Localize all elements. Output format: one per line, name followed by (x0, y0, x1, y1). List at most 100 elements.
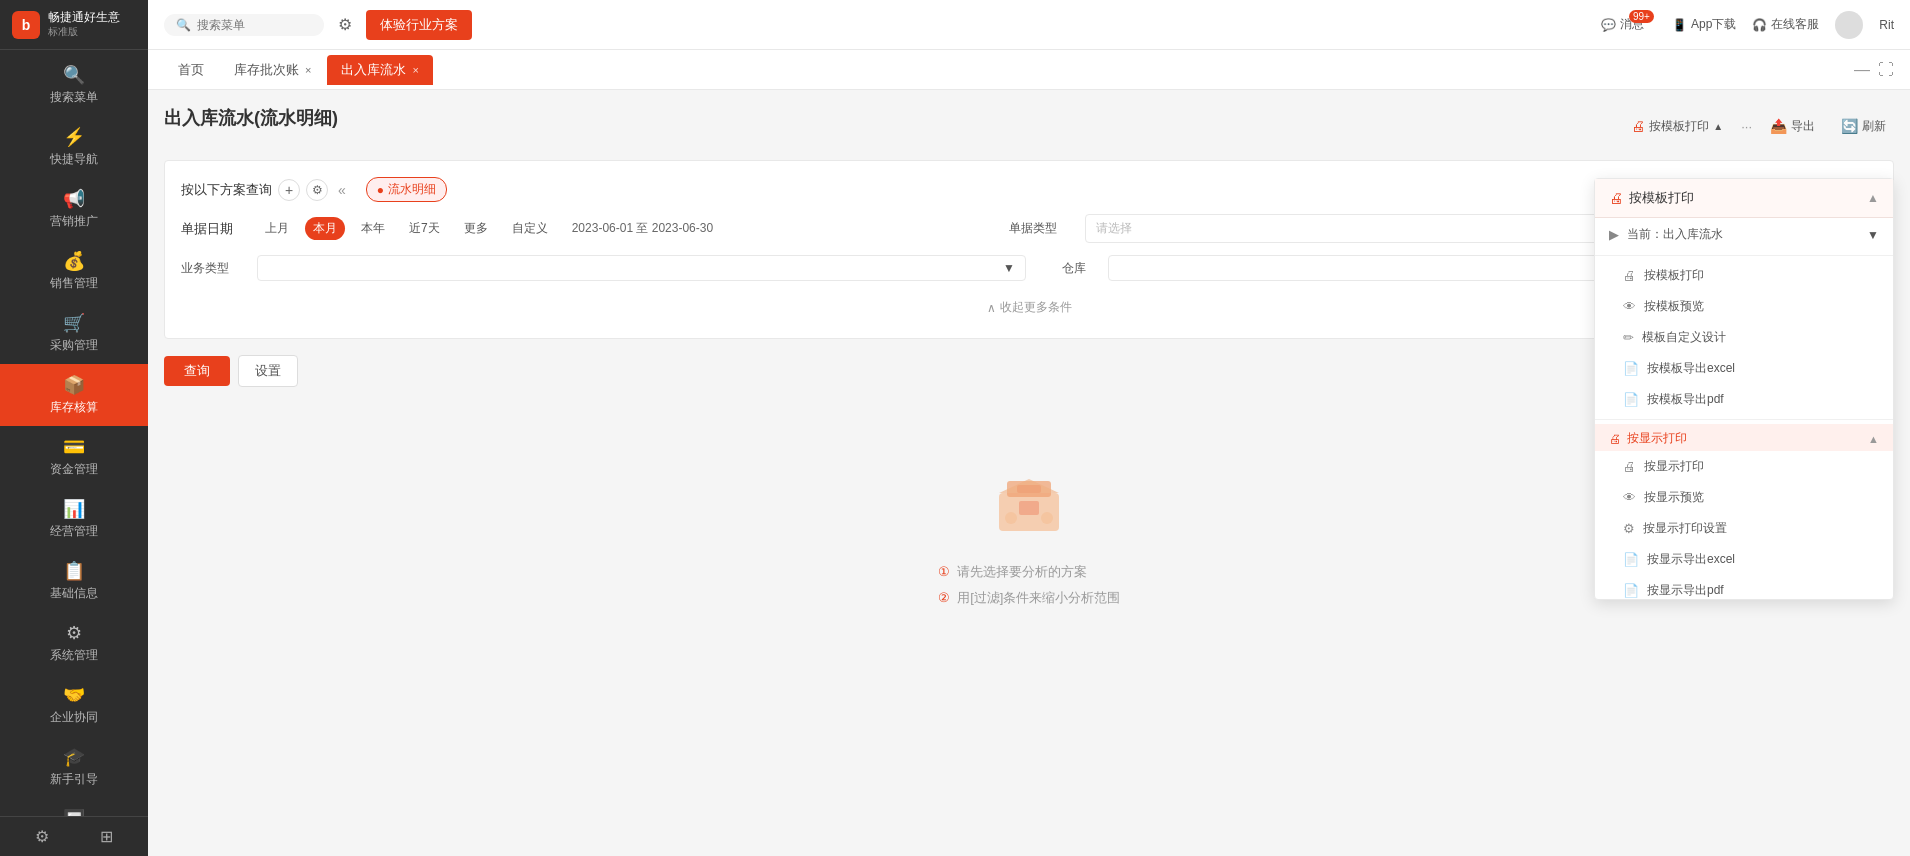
warehouse-label: 仓库 (1062, 260, 1092, 277)
search-input[interactable] (197, 18, 297, 32)
dp-display-preview[interactable]: 👁 按显示预览 (1595, 482, 1893, 513)
dp-header-title: 🖨 按模板打印 (1609, 189, 1694, 207)
dp-divider-2 (1595, 419, 1893, 420)
tab-home[interactable]: 首页 (164, 55, 218, 85)
setting-btn[interactable]: 设置 (238, 355, 298, 387)
sidebar-item-basic-info[interactable]: 📋 基础信息 (0, 550, 148, 612)
template-print-btn[interactable]: 🖨 按模板打印 ▲ (1623, 114, 1731, 139)
logo-icon: b (12, 11, 40, 39)
sidebar-item-purchase[interactable]: 🛒 采购管理 (0, 302, 148, 364)
topbar-right: 💬 消息 99+ 📱 App下载 🎧 在线客服 Rit (1601, 11, 1894, 39)
message-icon: 💬 (1601, 18, 1616, 32)
tab-inventory-batch[interactable]: 库存批次账 × (220, 55, 325, 85)
dp-template-excel-icon: 📄 (1623, 361, 1639, 376)
filter-collapse-btn[interactable]: « (334, 180, 350, 200)
sidebar-item-enterprise[interactable]: 🤝 企业协同 (0, 674, 148, 736)
sidebar-item-operations[interactable]: 📊 经营管理 (0, 488, 148, 550)
tip-num-1: ① (938, 564, 950, 579)
system-icon: ⚙ (66, 622, 82, 644)
tab-inventory-flow-close[interactable]: × (412, 64, 418, 76)
dp-display-pdf[interactable]: 📄 按显示导出pdf (1595, 575, 1893, 599)
date-btn-this-year[interactable]: 本年 (353, 217, 393, 240)
app-download-btn[interactable]: 📱 App下载 (1672, 16, 1736, 33)
avatar[interactable] (1835, 11, 1863, 39)
sidebar-item-guide[interactable]: 🎓 新手引导 (0, 736, 148, 798)
refresh-btn[interactable]: 🔄 刷新 (1833, 114, 1894, 139)
sidebar-item-marketing[interactable]: 📢 营销推广 (0, 178, 148, 240)
search-nav-icon: 🔍 (63, 64, 85, 86)
dp-display-excel[interactable]: 📄 按显示导出excel (1595, 544, 1893, 575)
tag-icon: ● (377, 183, 384, 197)
dropdown-scroll: 🖨 按模板打印 ▲ ▶ 当前：出入库流水 ▼ 🖨 按模板打印 (1595, 179, 1893, 599)
quick-nav-icon: ⚡ (63, 126, 85, 148)
filter-tag-flow[interactable]: ● 流水明细 (366, 177, 447, 202)
dp-display-section-header[interactable]: 🖨 按显示打印 ▲ (1595, 424, 1893, 451)
dp-display-section-chevron: ▲ (1868, 433, 1879, 445)
more-dots[interactable]: ··· (1741, 119, 1752, 134)
online-service-btn[interactable]: 🎧 在线客服 (1752, 16, 1819, 33)
app-download-label: App下载 (1691, 16, 1736, 33)
dp-template-custom[interactable]: ✏ 模板自定义设计 (1595, 322, 1893, 353)
dp-current-icon: ▶ (1609, 227, 1619, 242)
date-btn-7days[interactable]: 近7天 (401, 217, 448, 240)
sidebar-item-app-center[interactable]: 🔲 应用中心 (0, 798, 148, 816)
dp-current-arrow: ▼ (1867, 228, 1879, 242)
dp-template-print[interactable]: 🖨 按模板打印 (1595, 260, 1893, 291)
sidebar-item-system[interactable]: ⚙ 系统管理 (0, 612, 148, 674)
filter-add-btn[interactable]: + (278, 179, 300, 201)
display-section-icon: 🖨 (1609, 432, 1621, 446)
message-btn[interactable]: 💬 消息 99+ (1601, 16, 1644, 33)
dp-template-excel[interactable]: 📄 按模板导出excel (1595, 353, 1893, 384)
settings-footer-icon[interactable]: ⚙ (35, 827, 49, 846)
inventory-icon: 📦 (63, 374, 85, 396)
date-btn-custom[interactable]: 自定义 (504, 217, 556, 240)
filter-gear-btn[interactable]: ⚙ (306, 179, 328, 201)
dp-display-print-settings[interactable]: ⚙ 按显示打印设置 (1595, 513, 1893, 544)
business-type-select[interactable]: ▼ (257, 255, 1026, 281)
export-btn[interactable]: 📤 导出 (1762, 114, 1823, 139)
search-bar[interactable]: 🔍 (164, 14, 324, 36)
plus-icon: + (285, 182, 293, 198)
svg-point-6 (1005, 512, 1017, 524)
dp-header[interactable]: 🖨 按模板打印 ▲ (1595, 179, 1893, 218)
window-minimize-icon[interactable]: — (1854, 61, 1870, 79)
tip-text-2: 用[过滤]条件来缩小分析范围 (957, 590, 1120, 605)
export-icon: 📤 (1770, 118, 1787, 134)
tab-inventory-flow[interactable]: 出入库流水 × (327, 55, 432, 85)
dp-display-section-label: 🖨 按显示打印 (1609, 430, 1687, 447)
date-btn-last-month[interactable]: 上月 (257, 217, 297, 240)
finance-icon: 💳 (63, 436, 85, 458)
sidebar-item-quick-nav[interactable]: ⚡ 快捷导航 (0, 116, 148, 178)
query-btn[interactable]: 查询 (164, 356, 230, 386)
dp-template-pdf[interactable]: 📄 按模板导出pdf (1595, 384, 1893, 415)
dp-display-print-icon: 🖨 (1623, 459, 1636, 474)
sidebar-item-finance[interactable]: 💳 资金管理 (0, 426, 148, 488)
tab-inventory-batch-close[interactable]: × (305, 64, 311, 76)
print-dp-icon: 🖨 (1609, 190, 1623, 206)
template-print-dropdown: 🖨 按模板打印 ▲ ▶ 当前：出入库流水 ▼ 🖨 按模板打印 (1594, 178, 1894, 600)
username: Rit (1879, 18, 1894, 32)
collapse-up-icon: ∧ (987, 301, 996, 315)
enterprise-icon: 🤝 (63, 684, 85, 706)
gear-icon[interactable]: ⚙ (338, 15, 352, 34)
dp-current-item[interactable]: ▶ 当前：出入库流水 ▼ (1595, 218, 1893, 251)
dp-template-pdf-icon: 📄 (1623, 392, 1639, 407)
basic-info-icon: 📋 (63, 560, 85, 582)
date-btn-more[interactable]: 更多 (456, 217, 496, 240)
dp-display-print[interactable]: 🖨 按显示打印 (1595, 451, 1893, 482)
tip-text-1: 请先选择要分析的方案 (957, 564, 1087, 579)
sidebar-item-search[interactable]: 🔍 搜索菜单 (0, 54, 148, 116)
collapse-footer-icon[interactable]: ⊞ (100, 827, 113, 846)
date-btn-this-month[interactable]: 本月 (305, 217, 345, 240)
trial-btn[interactable]: 体验行业方案 (366, 10, 472, 40)
sidebar-item-sales[interactable]: 💰 销售管理 (0, 240, 148, 302)
tip-num-2: ② (938, 590, 950, 605)
tabs-bar: 首页 库存批次账 × 出入库流水 × — ⛶ (148, 50, 1910, 90)
sidebar-item-inventory[interactable]: 📦 库存核算 (0, 364, 148, 426)
date-range-display: 2023-06-01 至 2023-06-30 (572, 220, 713, 237)
search-topbar-icon: 🔍 (176, 18, 191, 32)
dp-display-excel-icon: 📄 (1623, 552, 1639, 567)
window-maximize-icon[interactable]: ⛶ (1878, 61, 1894, 79)
dp-template-preview-icon: 👁 (1623, 299, 1636, 314)
dp-template-preview[interactable]: 👁 按模板预览 (1595, 291, 1893, 322)
